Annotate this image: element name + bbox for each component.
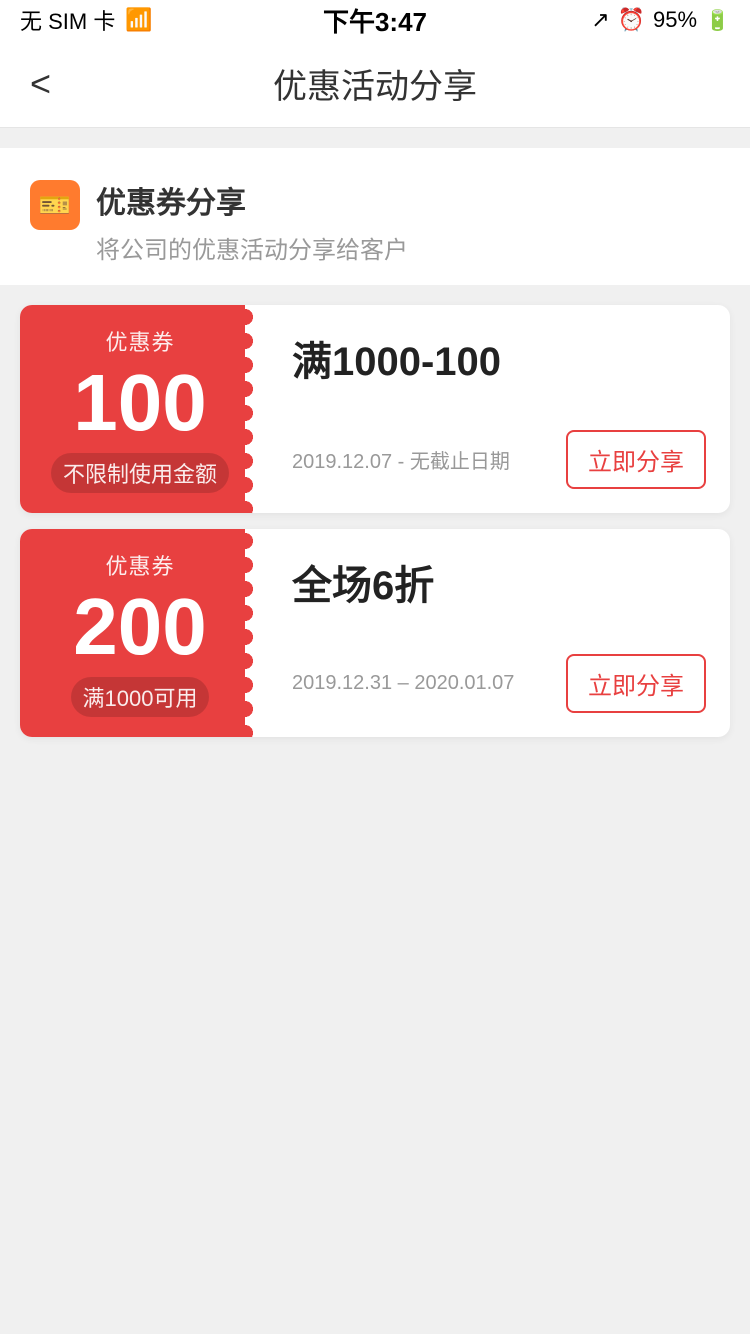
page-title: 优惠活动分享: [273, 59, 477, 108]
coupon-footer-0: 2019.12.07 - 无截止日期 立即分享: [292, 430, 706, 489]
coupon-left-1: 优惠券 200 满1000可用: [20, 529, 260, 737]
battery-icon: 🔋: [705, 8, 730, 33]
coupon-list: 优惠券 100 不限制使用金额 满1000-100 2019.12.07 - 无…: [0, 285, 750, 757]
section-emoji: 🎫: [39, 190, 71, 221]
alarm-icon: ⏰: [618, 7, 645, 33]
coupon-condition-1: 满1000可用: [71, 677, 210, 717]
section-desc: 将公司的优惠活动分享给客户: [96, 230, 408, 265]
coupon-date-1: 2019.12.31 – 2020.01.07: [292, 672, 556, 695]
coupon-label-1: 优惠券: [105, 549, 174, 581]
section-title: 优惠券分享: [96, 178, 408, 222]
coupon-title-1: 全场6折: [292, 553, 706, 611]
sim-label: 无 SIM 卡: [20, 4, 115, 36]
coupon-footer-1: 2019.12.31 – 2020.01.07 立即分享: [292, 654, 706, 713]
share-button-1[interactable]: 立即分享: [566, 654, 706, 713]
status-right: ↗ ⏰ 95% 🔋: [591, 7, 730, 33]
share-button-0[interactable]: 立即分享: [566, 430, 706, 489]
coupon-condition-0: 不限制使用金额: [51, 453, 229, 493]
coupon-amount-0: 100: [73, 363, 206, 443]
battery-percent: 95%: [653, 7, 697, 33]
location-icon: ↗: [591, 7, 609, 33]
section-header: 🎫 优惠券分享 将公司的优惠活动分享给客户: [0, 148, 750, 285]
coupon-title-0: 满1000-100: [292, 329, 706, 387]
back-button[interactable]: <: [30, 63, 51, 105]
nav-bar: < 优惠活动分享: [0, 40, 750, 128]
coupon-amount-1: 200: [73, 587, 206, 667]
section-text: 优惠券分享 将公司的优惠活动分享给客户: [96, 178, 408, 265]
coupon-card: 优惠券 100 不限制使用金额 满1000-100 2019.12.07 - 无…: [20, 305, 730, 513]
coupon-card-1: 优惠券 200 满1000可用 全场6折 2019.12.31 – 2020.0…: [20, 529, 730, 737]
coupon-right-0: 满1000-100 2019.12.07 - 无截止日期 立即分享: [260, 305, 730, 513]
coupon-right-1: 全场6折 2019.12.31 – 2020.01.07 立即分享: [260, 529, 730, 737]
status-time: 下午3:47: [323, 2, 427, 39]
status-left: 无 SIM 卡 📶: [20, 4, 153, 36]
coupon-left-0: 优惠券 100 不限制使用金额: [20, 305, 260, 513]
status-bar: 无 SIM 卡 📶 下午3:47 ↗ ⏰ 95% 🔋: [0, 0, 750, 40]
wifi-icon: 📶: [125, 7, 152, 33]
coupon-date-0: 2019.12.07 - 无截止日期: [292, 445, 556, 474]
section-icon: 🎫: [30, 180, 80, 230]
coupon-label-0: 优惠券: [105, 325, 174, 357]
empty-area: [0, 757, 750, 1257]
